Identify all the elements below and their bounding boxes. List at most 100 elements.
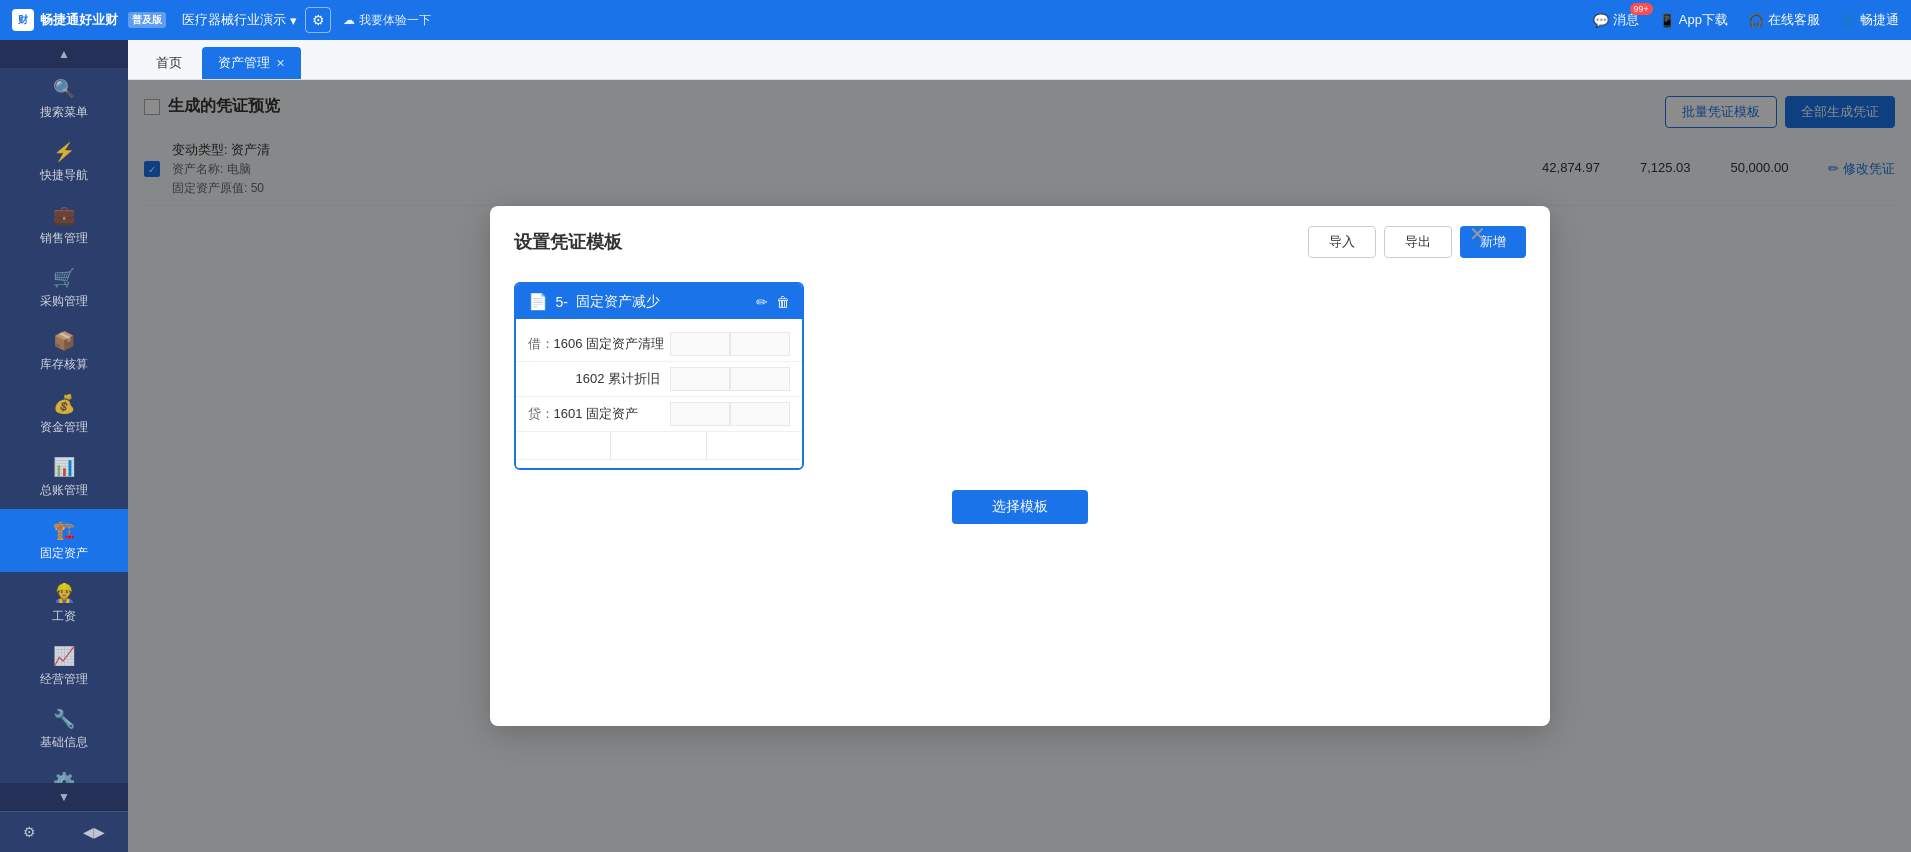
modal-dialog: 设置凭证模板 导入 导出 新增 ✕ 📄 xyxy=(490,206,1550,726)
online-service-item[interactable]: 🎧 在线客服 xyxy=(1748,11,1820,29)
sidebar-item-payroll[interactable]: 👷 工资 xyxy=(0,572,128,635)
delete-template-btn[interactable]: 🗑 xyxy=(776,294,790,310)
page-content: × ⤢ 生成的凭证预览 批量凭证模板 全部生成凭证 ✓ 变动类型: 资产清 xyxy=(128,80,1911,852)
app-download-item[interactable]: 📱 App下载 xyxy=(1659,11,1728,29)
sidebar-label-sales: 销售管理 xyxy=(40,230,88,247)
card-actions: ✏ 🗑 xyxy=(756,294,790,310)
sidebar-item-operations[interactable]: 📈 经营管理 xyxy=(0,635,128,698)
sidebar-bottom-row: ⚙ ◀▶ xyxy=(0,812,128,852)
sidebar-scroll-area: 🔍 搜索菜单 ⚡ 快捷导航 💼 销售管理 🛒 采购管理 📦 库存核算 💰 xyxy=(0,68,128,783)
operations-icon: 📈 xyxy=(53,645,75,667)
modal-close-button[interactable]: ✕ xyxy=(1466,222,1490,246)
modal-overlay: 设置凭证模板 导入 导出 新增 ✕ 📄 xyxy=(128,80,1911,852)
company-selector[interactable]: 医疗器械行业演示 ▾ xyxy=(182,11,297,29)
entry-col-credit-1 xyxy=(730,332,790,356)
entry-cols-3 xyxy=(670,402,790,426)
content-area: 首页 资产管理 ✕ × ⤢ 生成的凭证预览 xyxy=(128,40,1911,852)
cloud-icon: ☁ xyxy=(343,13,355,27)
avatar-icon: 👤 xyxy=(1840,13,1856,28)
entry-empty-row xyxy=(516,432,802,460)
template-doc-icon: 📄 xyxy=(528,292,548,311)
template-number: 5- xyxy=(556,294,568,310)
sidebar-label-inventory: 库存核算 xyxy=(40,356,88,373)
logo-icon: 财 xyxy=(12,9,34,31)
tab-asset-management[interactable]: 资产管理 ✕ xyxy=(202,47,301,79)
collapse-btn[interactable]: ◀▶ xyxy=(75,820,113,844)
system-icon: ⚙️ xyxy=(53,771,75,783)
modal-action-buttons: 导入 导出 新增 xyxy=(1308,226,1526,258)
sidebar-label-finance: 资金管理 xyxy=(40,419,88,436)
entry-row-1: 借： 1606 固定资产清理 xyxy=(516,327,802,362)
sidebar-bottom: ⚙ ◀▶ xyxy=(0,811,128,852)
logo-area: 财 畅捷通好业财 普及版 xyxy=(12,9,166,31)
entry-cols-1 xyxy=(670,332,790,356)
messages-item[interactable]: 💬 消息 99+ xyxy=(1593,11,1639,29)
sidebar-label-purchase: 采购管理 xyxy=(40,293,88,310)
tab-close-icon[interactable]: ✕ xyxy=(276,57,285,70)
modal-body: 📄 5- 固定资产减少 ✏ 🗑 xyxy=(490,258,1550,726)
sidebar-item-search[interactable]: 🔍 搜索菜单 xyxy=(0,68,128,131)
modal-header: 设置凭证模板 导入 导出 新增 xyxy=(490,206,1550,258)
template-card: 📄 5- 固定资产减少 ✏ 🗑 xyxy=(514,282,804,470)
sidebar-label-operations: 经营管理 xyxy=(40,671,88,688)
empty-col-2 xyxy=(611,432,707,459)
basic-info-icon: 🔧 xyxy=(53,708,75,730)
settings-icon[interactable]: ⚙ xyxy=(305,7,331,33)
select-template-button[interactable]: 选择模板 xyxy=(952,490,1088,524)
entry-account-1: 1606 固定资产清理 xyxy=(554,335,665,353)
empty-col-3 xyxy=(707,432,802,459)
entry-col-debit-3 xyxy=(670,402,730,426)
sidebar-label-fixed-assets: 固定资产 xyxy=(40,545,88,562)
sidebar-item-system[interactable]: ⚙️ 系统管理 xyxy=(0,761,128,783)
sidebar-item-fixed-assets[interactable]: 🏗️ 固定资产 xyxy=(0,509,128,572)
sidebar-item-ledger[interactable]: 📊 总账管理 xyxy=(0,446,128,509)
sidebar-label-search: 搜索菜单 xyxy=(40,104,88,121)
download-icon: 📱 xyxy=(1659,13,1675,28)
entry-col-debit-2 xyxy=(670,367,730,391)
import-button[interactable]: 导入 xyxy=(1308,226,1376,258)
entry-account-2: 1602 累计折旧 xyxy=(576,370,661,388)
sidebar-item-purchase[interactable]: 🛒 采购管理 xyxy=(0,257,128,320)
sidebar-scroll-up[interactable]: ▲ xyxy=(0,40,128,68)
experience-label: 我要体验一下 xyxy=(359,12,431,29)
ledger-icon: 📊 xyxy=(53,456,75,478)
finance-icon: 💰 xyxy=(53,393,75,415)
user-name: 畅捷通 xyxy=(1860,11,1899,29)
entry-account-3: 1601 固定资产 xyxy=(554,405,639,423)
entry-col-credit-3 xyxy=(730,402,790,426)
sidebar-item-sales[interactable]: 💼 销售管理 xyxy=(0,194,128,257)
settings-bottom-btn[interactable]: ⚙ xyxy=(15,820,44,844)
entry-col-credit-2 xyxy=(730,367,790,391)
entry-cols-2 xyxy=(670,367,790,391)
purchase-icon: 🛒 xyxy=(53,267,75,289)
shortcut-icon: ⚡ xyxy=(53,141,75,163)
sidebar-item-basic-info[interactable]: 🔧 基础信息 xyxy=(0,698,128,761)
inventory-icon: 📦 xyxy=(53,330,75,352)
sales-icon: 💼 xyxy=(53,204,75,226)
entry-type-1: 借： xyxy=(528,335,554,353)
entry-row-3: 贷： 1601 固定资产 xyxy=(516,397,802,432)
sidebar-item-inventory[interactable]: 📦 库存核算 xyxy=(0,320,128,383)
tab-asset-label: 资产管理 xyxy=(218,54,270,72)
empty-col-1 xyxy=(516,432,612,459)
sidebar-label-payroll: 工资 xyxy=(52,608,76,625)
header-right: 💬 消息 99+ 📱 App下载 🎧 在线客服 👤 畅捷通 xyxy=(1593,11,1899,29)
modal-title: 设置凭证模板 xyxy=(514,230,622,254)
sidebar-item-finance[interactable]: 💰 资金管理 xyxy=(0,383,128,446)
edition-badge: 普及版 xyxy=(128,12,166,28)
sidebar-item-shortcut[interactable]: ⚡ 快捷导航 xyxy=(0,131,128,194)
sidebar-scroll-down[interactable]: ▼ xyxy=(0,783,128,811)
search-icon: 🔍 xyxy=(53,78,75,100)
message-icon: 💬 xyxy=(1593,13,1609,28)
tab-home[interactable]: 首页 xyxy=(140,47,198,79)
tab-bar: 首页 资产管理 ✕ xyxy=(128,40,1911,80)
template-card-header: 📄 5- 固定资产减少 ✏ 🗑 xyxy=(516,284,802,319)
export-button[interactable]: 导出 xyxy=(1384,226,1452,258)
user-item[interactable]: 👤 畅捷通 xyxy=(1840,11,1899,29)
edit-template-btn[interactable]: ✏ xyxy=(756,294,768,310)
app-name: 畅捷通好业财 xyxy=(40,11,118,29)
tab-home-label: 首页 xyxy=(156,54,182,72)
main-layout: ▲ 🔍 搜索菜单 ⚡ 快捷导航 💼 销售管理 🛒 采购管理 📦 库存核算 xyxy=(0,40,1911,852)
sidebar-label-basic-info: 基础信息 xyxy=(40,734,88,751)
experience-button[interactable]: ☁ 我要体验一下 xyxy=(343,12,431,29)
